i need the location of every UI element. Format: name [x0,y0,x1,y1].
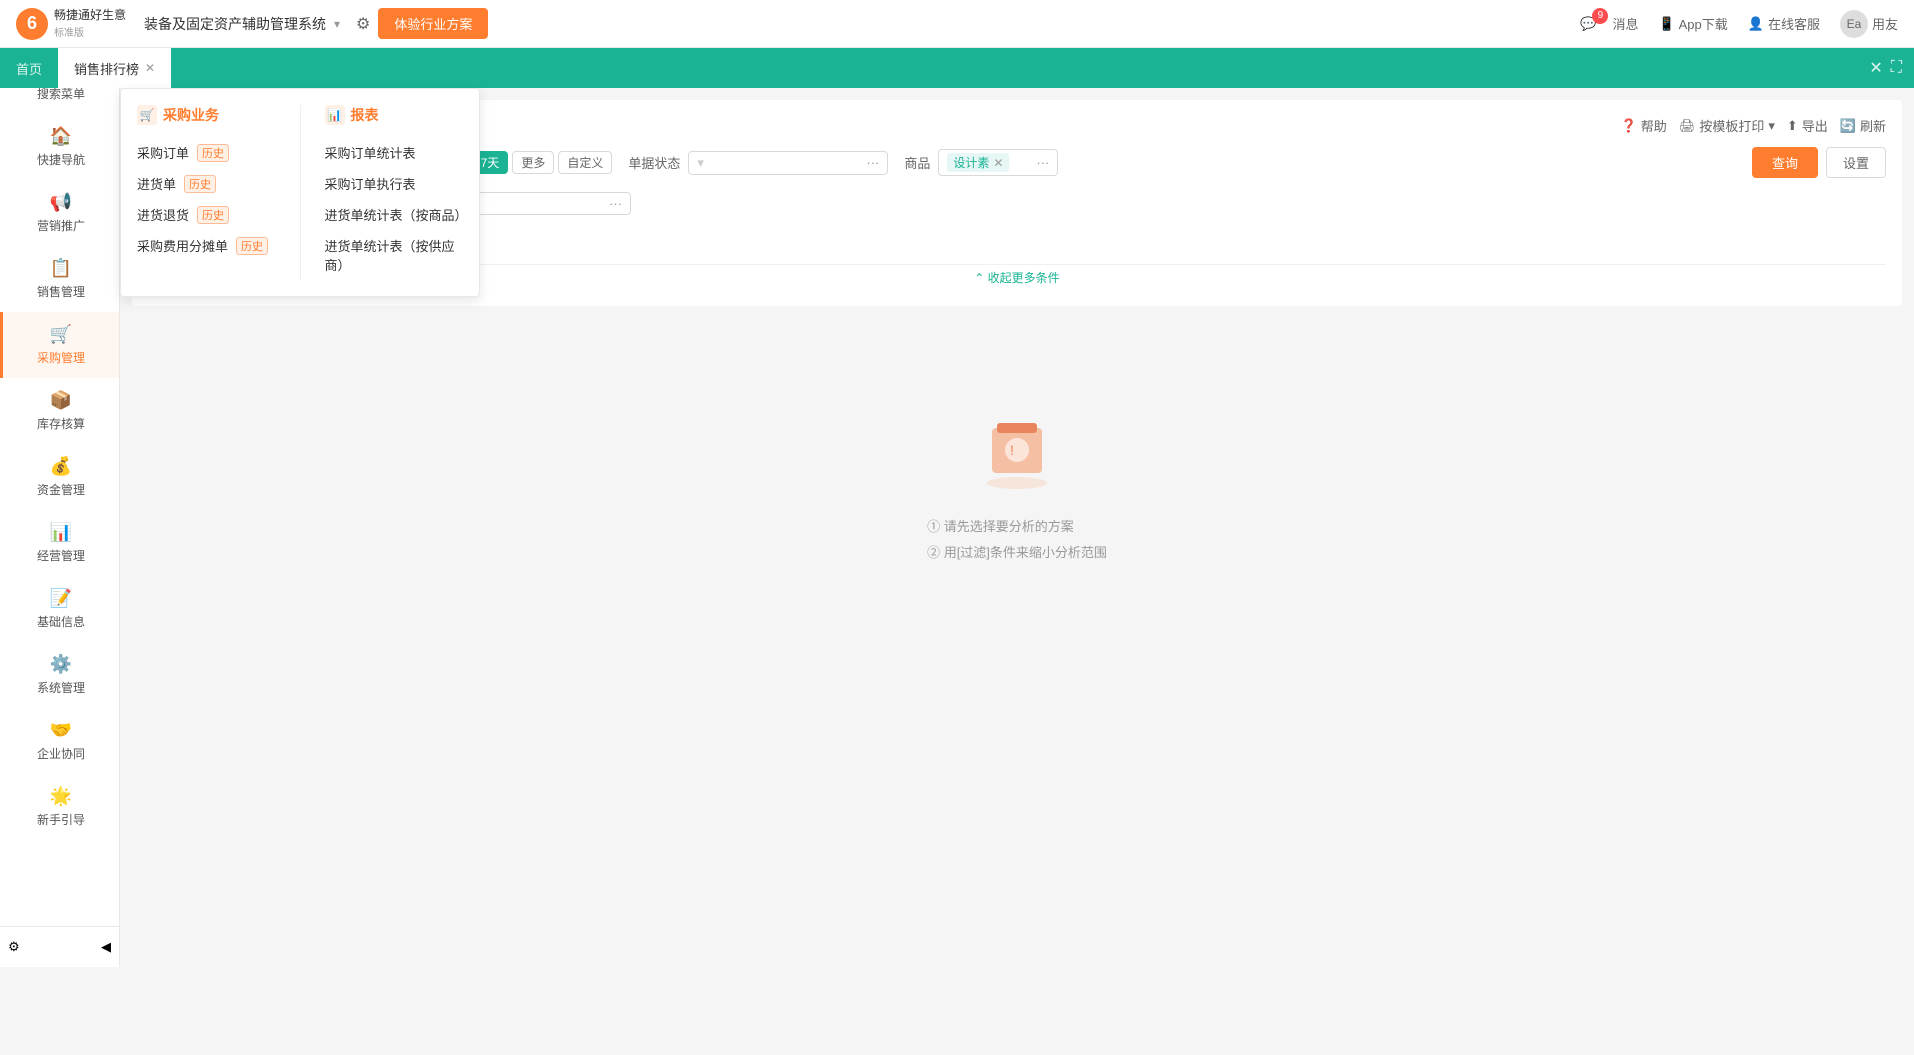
report-col-icon: 📊 [325,105,345,125]
dropdown-purchase-order[interactable]: 采购订单 历史 [137,137,276,168]
dropdown-cols: 🛒 采购业务 采购订单 历史 进货单 历史 进货退货 历史 采购费用分摊单 历史 [137,105,463,280]
report-col-title: 📊 报表 [325,105,464,125]
report-col: 📊 报表 采购订单统计表 采购订单执行表 进货单统计表（按商品） 进货单统计表（… [325,105,464,280]
dropdown-divider [300,105,301,280]
dropdown-goods-receipt[interactable]: 进货单 历史 [137,168,276,199]
history-badge-3: 历史 [236,237,268,255]
dropdown-report-0[interactable]: 采购订单统计表 [325,137,464,168]
purchase-col-icon: 🛒 [137,105,157,125]
history-badge-2: 历史 [197,206,229,224]
history-badge-1: 历史 [184,175,216,193]
dropdown-report-3[interactable]: 进货单统计表（按供应商） [325,230,464,280]
purchase-col-title: 🛒 采购业务 [137,105,276,125]
purchase-col: 🛒 采购业务 采购订单 历史 进货单 历史 进货退货 历史 采购费用分摊单 历史 [137,105,276,280]
dropdown-purchase-cost[interactable]: 采购费用分摊单 历史 [137,230,276,261]
history-badge-0: 历史 [197,144,229,162]
dropdown-report-1[interactable]: 采购订单执行表 [325,168,464,199]
purchase-dropdown-menu: 🛒 采购业务 采购订单 历史 进货单 历史 进货退货 历史 采购费用分摊单 历史 [120,88,480,297]
dropdown-goods-return[interactable]: 进货退货 历史 [137,199,276,230]
dropdown-report-2[interactable]: 进货单统计表（按商品） [325,199,464,230]
